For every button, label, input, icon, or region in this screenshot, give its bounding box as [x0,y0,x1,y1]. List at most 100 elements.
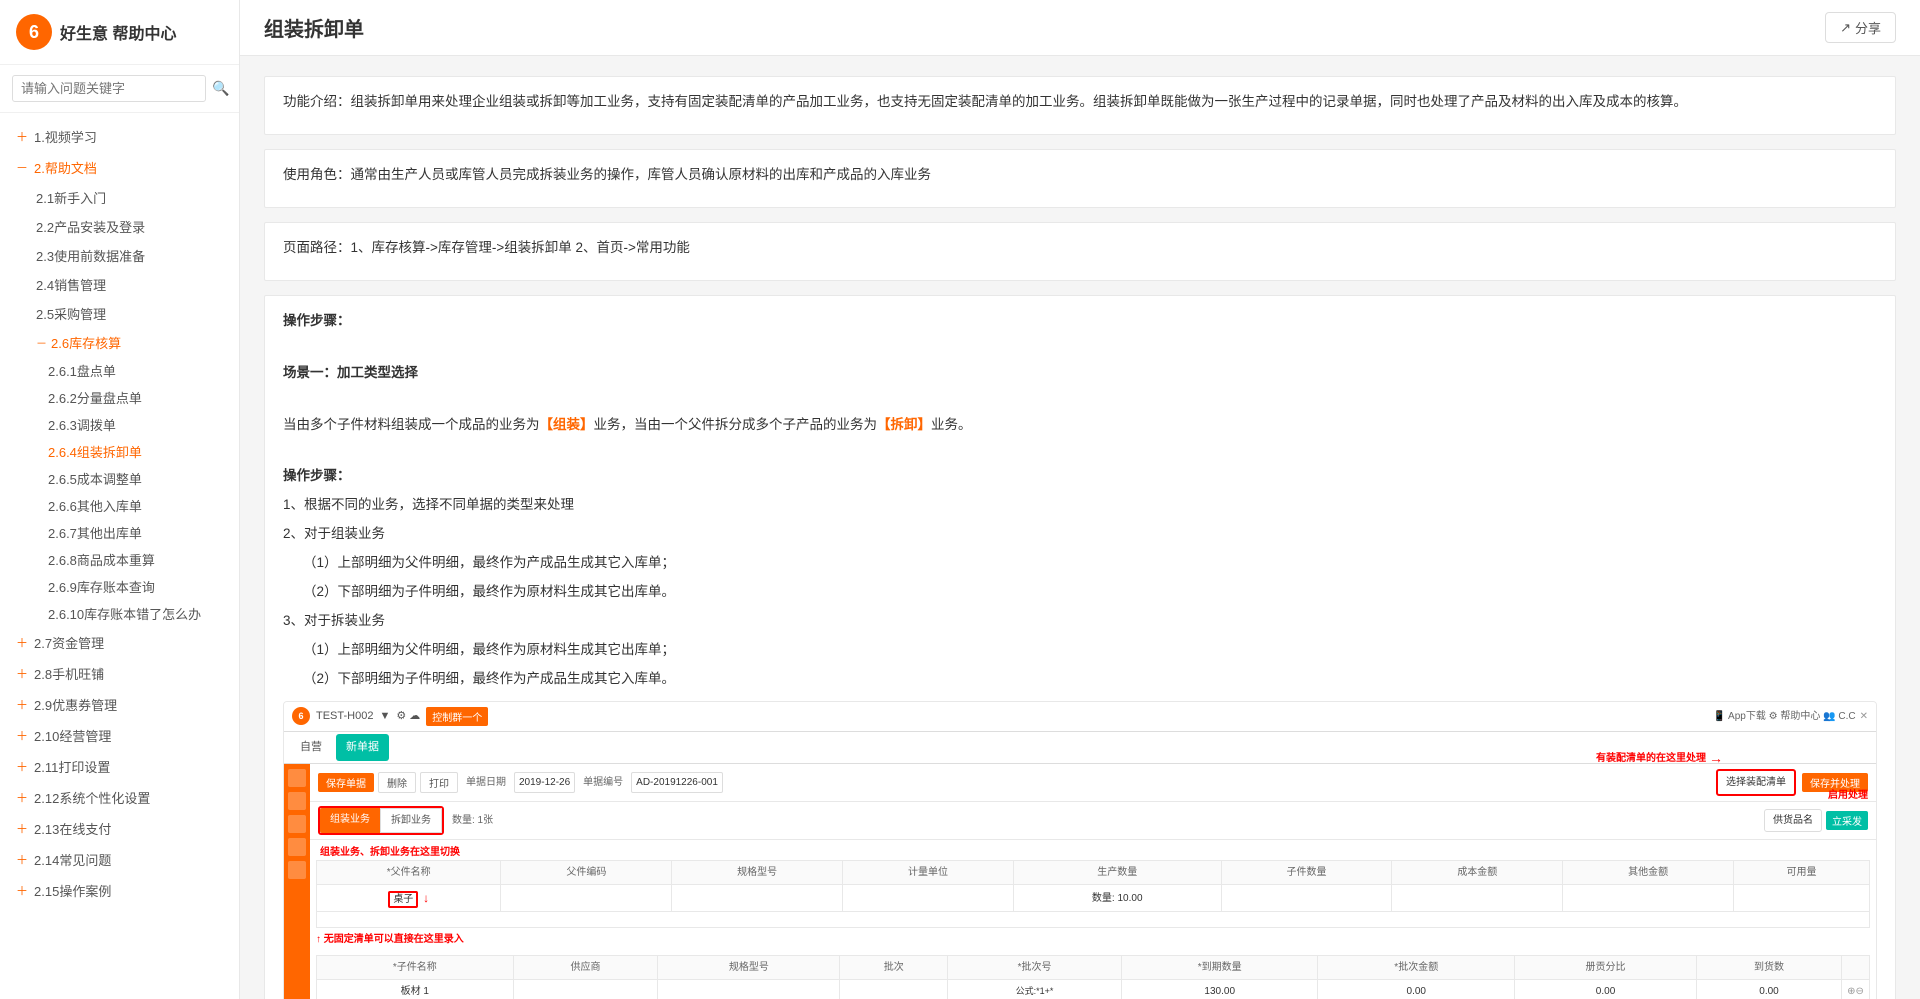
th-unit: 计量单位 [843,860,1014,884]
expand-icon: ＋ [16,634,28,651]
annotation-no-bom: ↑ 无固定清单可以直接在这里录入 [316,934,464,945]
th-qty: 生产数量 [1013,860,1221,884]
expand-icon: ＋ [16,882,28,899]
app-save-btn[interactable]: 保存单据 [318,773,374,792]
app-body: 保存单据 删除 打印 单据日期 2019-12-26 单据编号 AD-20191… [284,764,1876,999]
expand-icon: ＋ [16,128,28,145]
app-delete-btn[interactable]: 删除 [378,772,416,793]
step3-2: （2）下部明细为子件明细，最终作为产成品生成其它入库单。 [303,668,1877,691]
sidebar-item-label: 2.14常见问题 [34,850,111,869]
table-row: 桌子 ↓ 数量: 10.00 [317,884,1870,911]
sidebar-item-label: 2.9优惠券管理 [34,695,117,714]
sidebar-item-label: 2.15操作案例 [34,881,111,900]
upper-table-area: *父件名称 父件编码 规格型号 计量单位 生产数量 子件数量 成本金额 其他金额 [310,860,1876,928]
cell-empty [317,912,1870,928]
top-bar: 组装拆卸单 ↗ 分享 [240,0,1920,56]
mini-sidebar-icon-4 [288,838,306,856]
share-button[interactable]: ↗ 分享 [1825,12,1896,43]
annotation-bom: 有装配清单的在这里处理 → [1596,747,1723,771]
sidebar-item-2-6-5[interactable]: 2.6.5成本调整单 [0,465,239,492]
sidebar-item-2-3[interactable]: 2.3使用前数据准备 [0,241,239,270]
sidebar-item-2-11[interactable]: ＋ 2.11打印设置 [0,751,239,782]
sidebar-item-2-6-1[interactable]: 2.6.1盘点单 [0,357,239,384]
expand-icon: ＋ [16,820,28,837]
scene1-desc: 当由多个子件材料组装成一个成品的业务为【组装】业务，当由一个父件拆分成多个子产品… [283,414,1877,437]
sidebar-item-2-2[interactable]: 2.2产品安装及登录 [0,212,239,241]
sidebar-item-2-6-7[interactable]: 2.6.7其他出库单 [0,519,239,546]
app-print-btn[interactable]: 打印 [420,772,458,793]
scene1-title: 场景一：加工类型选择 [283,362,1877,385]
role-text: 使用角色：通常由生产人员或库管人员完成拆装业务的操作，库管人员确认原材料的出库和… [283,164,1877,187]
cell-arrqty-1: 130.00 [1121,980,1318,999]
page-title: 组装拆卸单 [264,13,364,42]
mini-sidebar-icon-3 [288,815,306,833]
mini-sidebar-icon-5 [288,861,306,879]
sidebar-item-video[interactable]: ＋ 1.视频学习 [0,121,239,152]
sidebar-item-2-6-3[interactable]: 2.6.3调拨单 [0,411,239,438]
logo-area: 6 好生意 帮助中心 [0,0,239,65]
sidebar-item-2-15[interactable]: ＋ 2.15操作案例 [0,875,239,906]
app-tab-new[interactable]: 新单据 [336,734,389,761]
quantity-label: 数量: 1张 [452,812,493,829]
sidebar-item-2-5[interactable]: 2.5采购管理 [0,299,239,328]
sidebar-item-2-6-10[interactable]: 2.6.10库存账本错了怎么办 [0,600,239,627]
screenshot-container: 6 TEST-H002 ▼ ⚙ ☁ 控制群一个 📱 App下载 ⚙ 帮助中心 👥… [283,701,1877,999]
th-spec2: 规格型号 [658,956,840,980]
annotation4-area: ↑ 无固定清单可以直接在这里录入 [310,930,1876,949]
role-block: 使用角色：通常由生产人员或库管人员完成拆装业务的操作，库管人员确认原材料的出库和… [264,149,1896,208]
enable-input[interactable]: 供货品名 [1764,809,1822,832]
sidebar-item-2-6-4[interactable]: 2.6.4组装拆卸单 [0,438,239,465]
main-area: 组装拆卸单 ↗ 分享 功能介绍：组装拆卸单用来处理企业组装或拆卸等加工业务，支持… [240,0,1920,999]
app-close-icon[interactable]: ✕ [1860,708,1868,725]
share-icon: ↗ [1840,20,1851,36]
sidebar-item-2-13[interactable]: ＋ 2.13在线支付 [0,813,239,844]
cell-cost [1392,884,1563,911]
cell-qty: 数量: 10.00 [1013,884,1221,911]
sidebar-item-2-6-2[interactable]: 2.6.2分量盘点单 [0,384,239,411]
search-icon[interactable]: 🔍 [212,80,229,97]
cell-other [1563,884,1734,911]
app-action-btns: 保存单据 删除 打印 [318,772,458,793]
sidebar-item-2-7[interactable]: ＋ 2.7资金管理 [0,627,239,658]
expand-icon: ＋ [16,696,28,713]
sidebar-item-2-14[interactable]: ＋ 2.14常见问题 [0,844,239,875]
sidebar-label-2-6: 2.6库存核算 [51,333,121,352]
th-batch-amt: *批次金额 [1318,956,1515,980]
bom-select-box[interactable]: 选择装配清单 [1716,769,1796,796]
sidebar-item-2-10[interactable]: ＋ 2.10经营管理 [0,720,239,751]
sidebar-item-2-12[interactable]: ＋ 2.12系统个性化设置 [0,782,239,813]
th-ops [1842,956,1870,980]
mini-sidebar-icon-2 [288,792,306,810]
sidebar-item-2-6-9[interactable]: 2.6.9库存账本查询 [0,573,239,600]
sidebar-item-2-8[interactable]: ＋ 2.8手机旺铺 [0,658,239,689]
sidebar-item-label: 2.13在线支付 [34,819,111,838]
sidebar-item-2-1[interactable]: 2.1新手入门 [0,183,239,212]
expand-icon: ＋ [16,851,28,868]
sidebar-item-2-4[interactable]: 2.4销售管理 [0,270,239,299]
lower-table-area: *子件名称 供应商 规格型号 批次 *批次号 *到期数量 *批次金额 册贡分比 [310,955,1876,999]
sidebar-item-help[interactable]: － 2.帮助文档 [0,152,239,183]
table-row-empty [317,912,1870,928]
th-supplier: 供应商 [513,956,658,980]
th-child-qty: 子件数量 [1221,860,1392,884]
enable-btn[interactable]: 立采发 [1826,811,1868,830]
annotation-bom-text: 有装配清单的在这里处理 [1596,750,1706,767]
step3: 3、对于拆装业务 [283,610,1877,633]
date-value: 2019-12-26 [514,772,575,793]
th-avail: 可用量 [1734,860,1870,884]
cell-code [501,884,672,911]
collapse-icon: － [16,159,28,176]
sidebar-item-2-6-6[interactable]: 2.6.6其他入库单 [0,492,239,519]
sidebar-item-2-9[interactable]: ＋ 2.9优惠券管理 [0,689,239,720]
sidebar-item-label: 2.11打印设置 [34,757,110,776]
search-input[interactable] [12,75,206,102]
tab-disassembly[interactable]: 拆卸业务 [380,808,442,833]
app-new-btn[interactable]: 控制群一个 [426,707,488,726]
sidebar-item-2-6-8[interactable]: 2.6.8商品成本重算 [0,546,239,573]
search-box: 🔍 [0,65,239,113]
steps-title: 操作步骤： [283,310,1877,333]
row-op-icon-1[interactable]: ⊕⊖ [1847,986,1864,997]
app-tab-home[interactable]: 自营 [290,734,332,761]
tab-assembly[interactable]: 组装业务 [320,808,380,833]
sidebar-item-2-6[interactable]: － 2.6库存核算 [0,328,239,357]
